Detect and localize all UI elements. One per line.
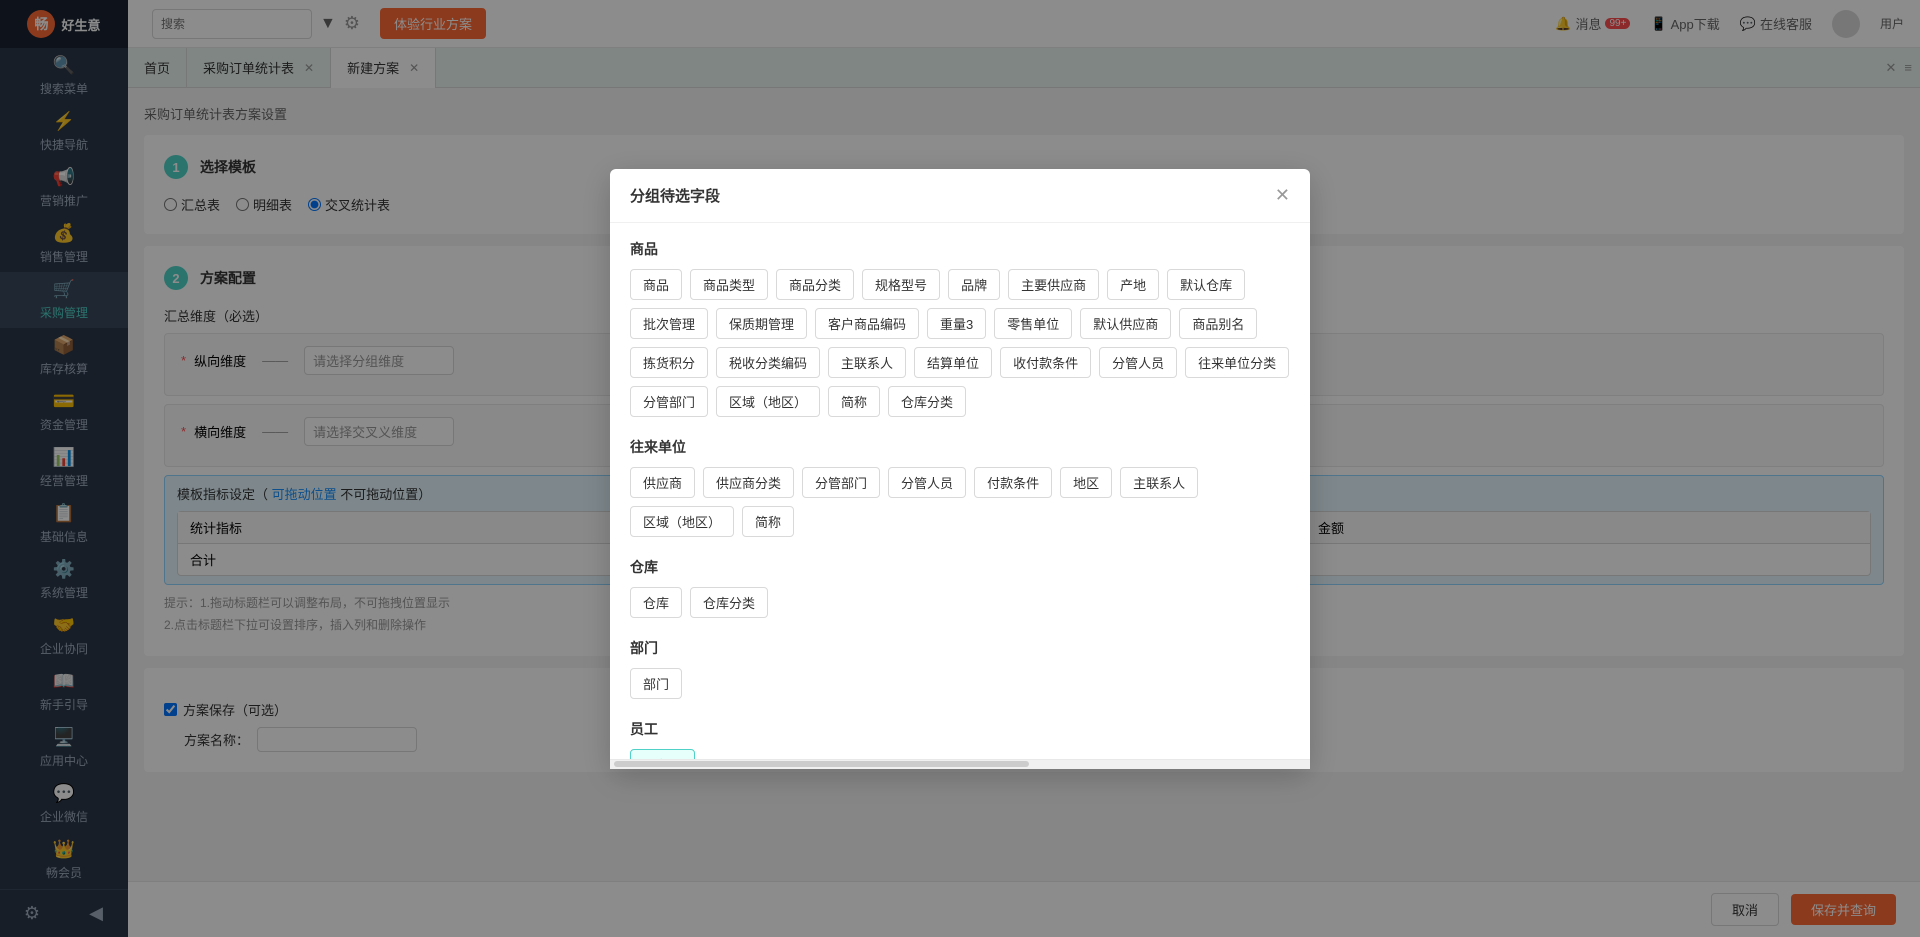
field-tag-0-11[interactable]: 重量3 <box>927 308 986 339</box>
modal: 分组待选字段 ✕ 商品商品商品类型商品分类规格型号品牌主要供应商产地默认仓库批次… <box>610 169 1310 769</box>
field-tag-1-2[interactable]: 分管部门 <box>802 467 880 498</box>
field-tag-0-6[interactable]: 产地 <box>1107 269 1159 300</box>
field-tag-0-10[interactable]: 客户商品编码 <box>815 308 919 339</box>
field-tag-2-1[interactable]: 仓库分类 <box>690 587 768 618</box>
field-tag-0-3[interactable]: 规格型号 <box>862 269 940 300</box>
field-tag-0-22[interactable]: 分管部门 <box>630 386 708 417</box>
field-tag-1-5[interactable]: 地区 <box>1060 467 1112 498</box>
modal-section-tags-4: 业务员 <box>630 749 1290 759</box>
modal-section-title-4: 员工 <box>630 719 1290 739</box>
field-tag-0-7[interactable]: 默认仓库 <box>1167 269 1245 300</box>
modal-hscroll-thumb <box>614 761 1029 767</box>
modal-horizontal-scrollbar[interactable] <box>610 759 1310 769</box>
modal-section-title-1: 往来单位 <box>630 437 1290 457</box>
modal-section-tags-2: 仓库仓库分类 <box>630 587 1290 618</box>
field-tag-0-1[interactable]: 商品类型 <box>690 269 768 300</box>
modal-header: 分组待选字段 ✕ <box>610 169 1310 223</box>
field-tag-0-24[interactable]: 简称 <box>828 386 880 417</box>
field-tag-1-4[interactable]: 付款条件 <box>974 467 1052 498</box>
field-tag-4-0[interactable]: 业务员 <box>630 749 695 759</box>
field-tag-0-2[interactable]: 商品分类 <box>776 269 854 300</box>
field-tag-0-20[interactable]: 分管人员 <box>1099 347 1177 378</box>
field-tag-0-15[interactable]: 拣货积分 <box>630 347 708 378</box>
modal-section-tags-0: 商品商品类型商品分类规格型号品牌主要供应商产地默认仓库批次管理保质期管理客户商品… <box>630 269 1290 417</box>
field-tag-3-0[interactable]: 部门 <box>630 668 682 699</box>
field-tag-0-16[interactable]: 税收分类编码 <box>716 347 820 378</box>
modal-section-title-0: 商品 <box>630 239 1290 259</box>
field-tag-0-21[interactable]: 往来单位分类 <box>1185 347 1289 378</box>
modal-section-0: 商品商品商品类型商品分类规格型号品牌主要供应商产地默认仓库批次管理保质期管理客户… <box>630 239 1290 417</box>
field-tag-0-12[interactable]: 零售单位 <box>994 308 1072 339</box>
field-tag-1-1[interactable]: 供应商分类 <box>703 467 794 498</box>
field-tag-0-19[interactable]: 收付款条件 <box>1000 347 1091 378</box>
field-tag-0-18[interactable]: 结算单位 <box>914 347 992 378</box>
modal-section-tags-3: 部门 <box>630 668 1290 699</box>
field-tag-0-25[interactable]: 仓库分类 <box>888 386 966 417</box>
field-tag-1-8[interactable]: 简称 <box>742 506 794 537</box>
field-tag-0-13[interactable]: 默认供应商 <box>1080 308 1171 339</box>
modal-section-title-3: 部门 <box>630 638 1290 658</box>
modal-body: 商品商品商品类型商品分类规格型号品牌主要供应商产地默认仓库批次管理保质期管理客户… <box>610 223 1310 759</box>
field-tag-0-4[interactable]: 品牌 <box>948 269 1000 300</box>
modal-overlay[interactable]: 分组待选字段 ✕ 商品商品商品类型商品分类规格型号品牌主要供应商产地默认仓库批次… <box>0 0 1920 937</box>
field-tag-0-8[interactable]: 批次管理 <box>630 308 708 339</box>
field-tag-0-14[interactable]: 商品别名 <box>1179 308 1257 339</box>
field-tag-0-17[interactable]: 主联系人 <box>828 347 906 378</box>
modal-section-tags-1: 供应商供应商分类分管部门分管人员付款条件地区主联系人区域（地区） 简称 <box>630 467 1290 537</box>
field-tag-1-6[interactable]: 主联系人 <box>1120 467 1198 498</box>
modal-title: 分组待选字段 <box>630 185 720 206</box>
modal-section-2: 仓库仓库仓库分类 <box>630 557 1290 618</box>
field-tag-1-7[interactable]: 区域（地区） <box>630 506 734 537</box>
field-tag-0-23[interactable]: 区域（地区） <box>716 386 820 417</box>
field-tag-0-0[interactable]: 商品 <box>630 269 682 300</box>
field-tag-2-0[interactable]: 仓库 <box>630 587 682 618</box>
field-tag-0-9[interactable]: 保质期管理 <box>716 308 807 339</box>
field-tag-1-3[interactable]: 分管人员 <box>888 467 966 498</box>
field-tag-1-0[interactable]: 供应商 <box>630 467 695 498</box>
field-tag-0-5[interactable]: 主要供应商 <box>1008 269 1099 300</box>
modal-section-1: 往来单位供应商供应商分类分管部门分管人员付款条件地区主联系人区域（地区） 简称 <box>630 437 1290 537</box>
modal-close-icon[interactable]: ✕ <box>1275 185 1290 206</box>
modal-section-3: 部门部门 <box>630 638 1290 699</box>
modal-section-title-2: 仓库 <box>630 557 1290 577</box>
modal-section-4: 员工业务员 <box>630 719 1290 759</box>
